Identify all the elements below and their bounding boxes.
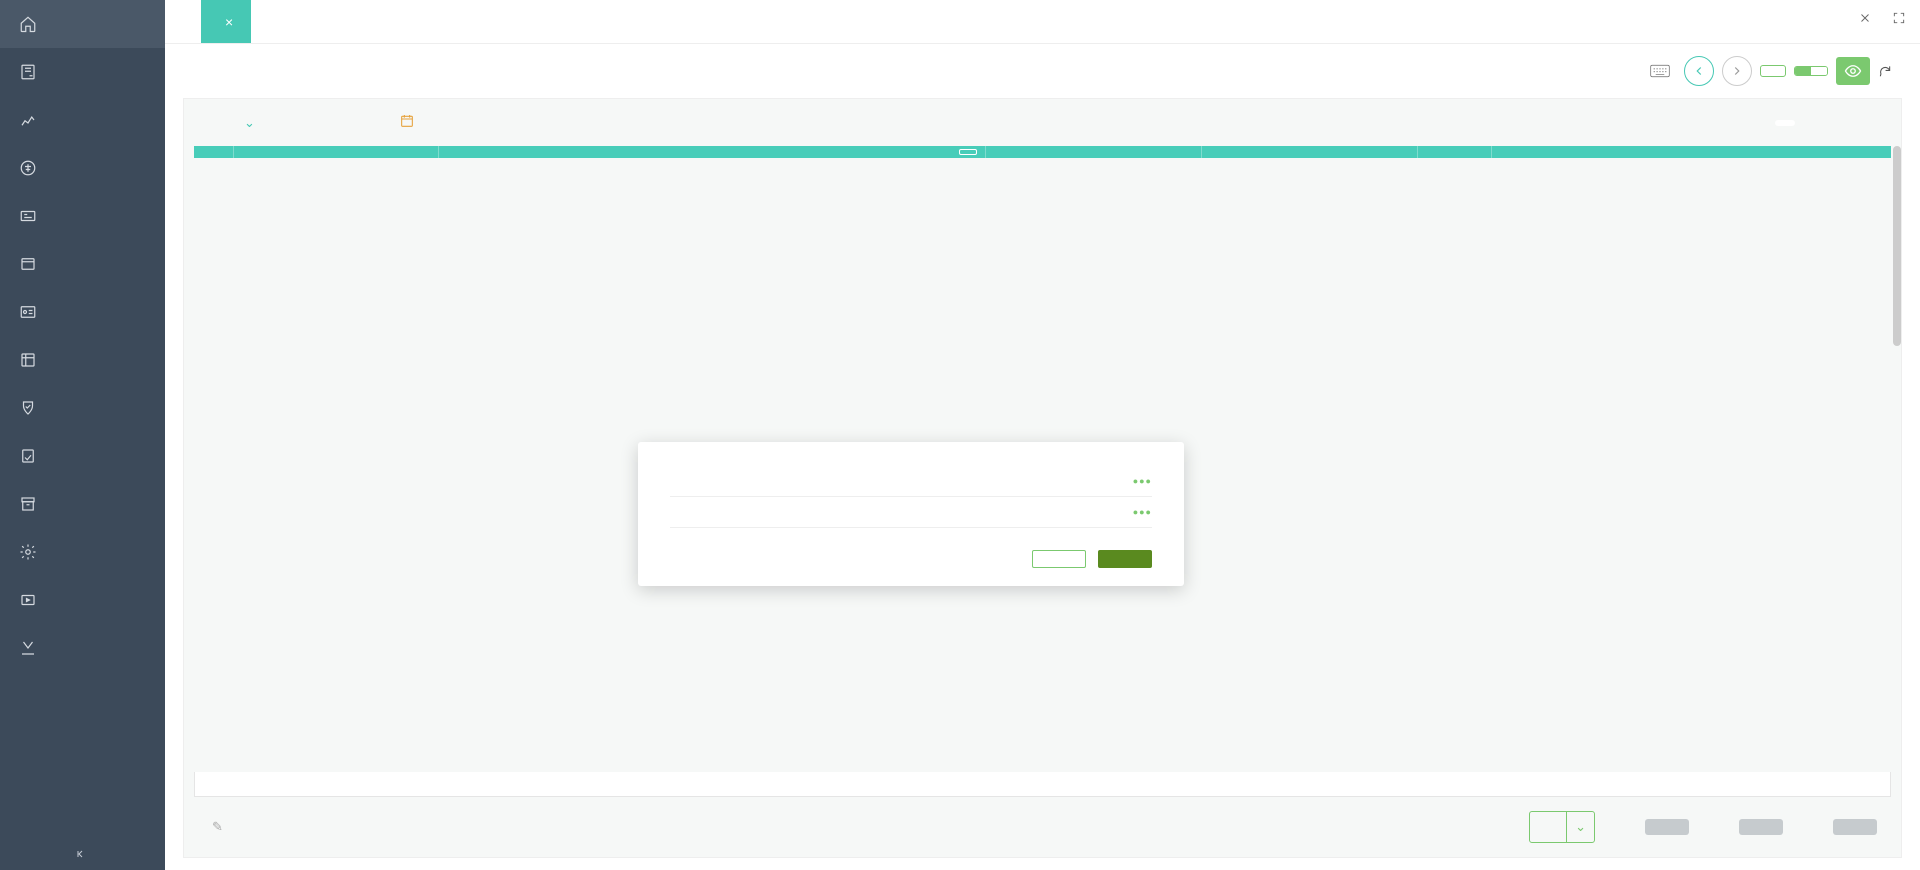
main: × (165, 0, 1920, 870)
sidebar (0, 0, 165, 870)
inventory-icon (18, 350, 38, 370)
sidebar-item-tax[interactable] (0, 384, 165, 432)
home-icon (18, 14, 38, 34)
eye-icon (1844, 62, 1862, 80)
auxiliary-accounting-popover: ●●● ●●● (638, 442, 1184, 586)
save-button[interactable] (1645, 819, 1689, 835)
col-ops (1418, 146, 1492, 158)
keyboard-icon (1650, 64, 1670, 78)
tab-home[interactable] (165, 0, 201, 43)
col-subject (439, 146, 986, 158)
cancel-button[interactable] (1032, 550, 1086, 568)
scrollbar[interactable] (1893, 146, 1901, 346)
size-small-button[interactable] (1811, 67, 1827, 75)
sidebar-item-home[interactable] (0, 0, 165, 48)
chevron-down-icon[interactable]: ⌄ (244, 115, 255, 131)
sidebar-item-archive[interactable] (0, 480, 165, 528)
archive-icon (18, 494, 38, 514)
toolbar (165, 44, 1920, 94)
col-summary (234, 146, 439, 158)
sidebar-collapse[interactable] (0, 838, 165, 870)
customer-more-icon[interactable]: ●●● (1133, 507, 1152, 517)
sidebar-item-fund[interactable] (0, 144, 165, 192)
size-toggle (1794, 66, 1828, 76)
footer: ✎ ⌄ (184, 797, 1901, 857)
save-and-new-button[interactable] (1739, 819, 1783, 835)
col-debit (986, 146, 1202, 158)
window-fullscreen-button[interactable] (1884, 4, 1914, 32)
tax-icon (18, 398, 38, 418)
preview-button[interactable] (1836, 57, 1870, 85)
sidebar-item-ledger[interactable] (0, 48, 165, 96)
sidebar-item-report[interactable] (0, 96, 165, 144)
calendar-icon[interactable] (399, 113, 415, 132)
salary-icon (18, 254, 38, 274)
tab-bar: × (165, 0, 1920, 44)
attachment-button[interactable] (1775, 120, 1795, 126)
chevron-down-icon[interactable]: ⌄ (1566, 812, 1594, 842)
voucher-table: ●●● ●●● (184, 146, 1901, 772)
sidebar-item-member[interactable] (0, 624, 165, 672)
tab-new-voucher[interactable]: × (201, 0, 251, 43)
asset-icon (18, 206, 38, 226)
habit-settings-button[interactable] (959, 149, 977, 155)
refresh-button[interactable] (1878, 64, 1896, 78)
closing-icon (18, 446, 38, 466)
sidebar-item-settings[interactable] (0, 528, 165, 576)
tab-close-icon[interactable]: × (225, 14, 233, 30)
guide-icon (18, 590, 38, 610)
col-seq (194, 146, 234, 158)
sidebar-item-closing[interactable] (0, 432, 165, 480)
shortcut-button[interactable] (1650, 64, 1676, 78)
edit-icon[interactable]: ✎ (212, 819, 223, 834)
report-icon (18, 110, 38, 130)
invoice-icon (18, 302, 38, 322)
sidebar-item-invoice[interactable] (0, 288, 165, 336)
sidebar-item-asset[interactable] (0, 192, 165, 240)
prev-voucher-button[interactable] (1684, 56, 1714, 86)
gear-icon (18, 542, 38, 562)
total-row (194, 772, 1891, 797)
ok-button[interactable] (1098, 550, 1152, 568)
sidebar-item-salary[interactable] (0, 240, 165, 288)
save-and-print-button[interactable] (1833, 819, 1877, 835)
sidebar-item-guide[interactable] (0, 576, 165, 624)
window-close-button[interactable] (1850, 4, 1880, 32)
next-voucher-button[interactable] (1722, 56, 1752, 86)
refresh-icon (1878, 64, 1892, 78)
voucher-header: ⌄ (184, 99, 1901, 146)
template-button[interactable]: ⌄ (1529, 811, 1595, 843)
more-vouchers-button[interactable] (1760, 65, 1786, 77)
fund-icon (18, 158, 38, 178)
ledger-icon (18, 62, 38, 82)
workspace: ⌄ (183, 98, 1902, 858)
project-more-icon[interactable]: ●●● (1133, 476, 1152, 486)
sidebar-item-inventory[interactable] (0, 336, 165, 384)
size-large-button[interactable] (1795, 67, 1811, 75)
member-icon (18, 638, 38, 658)
col-credit (1202, 146, 1418, 158)
